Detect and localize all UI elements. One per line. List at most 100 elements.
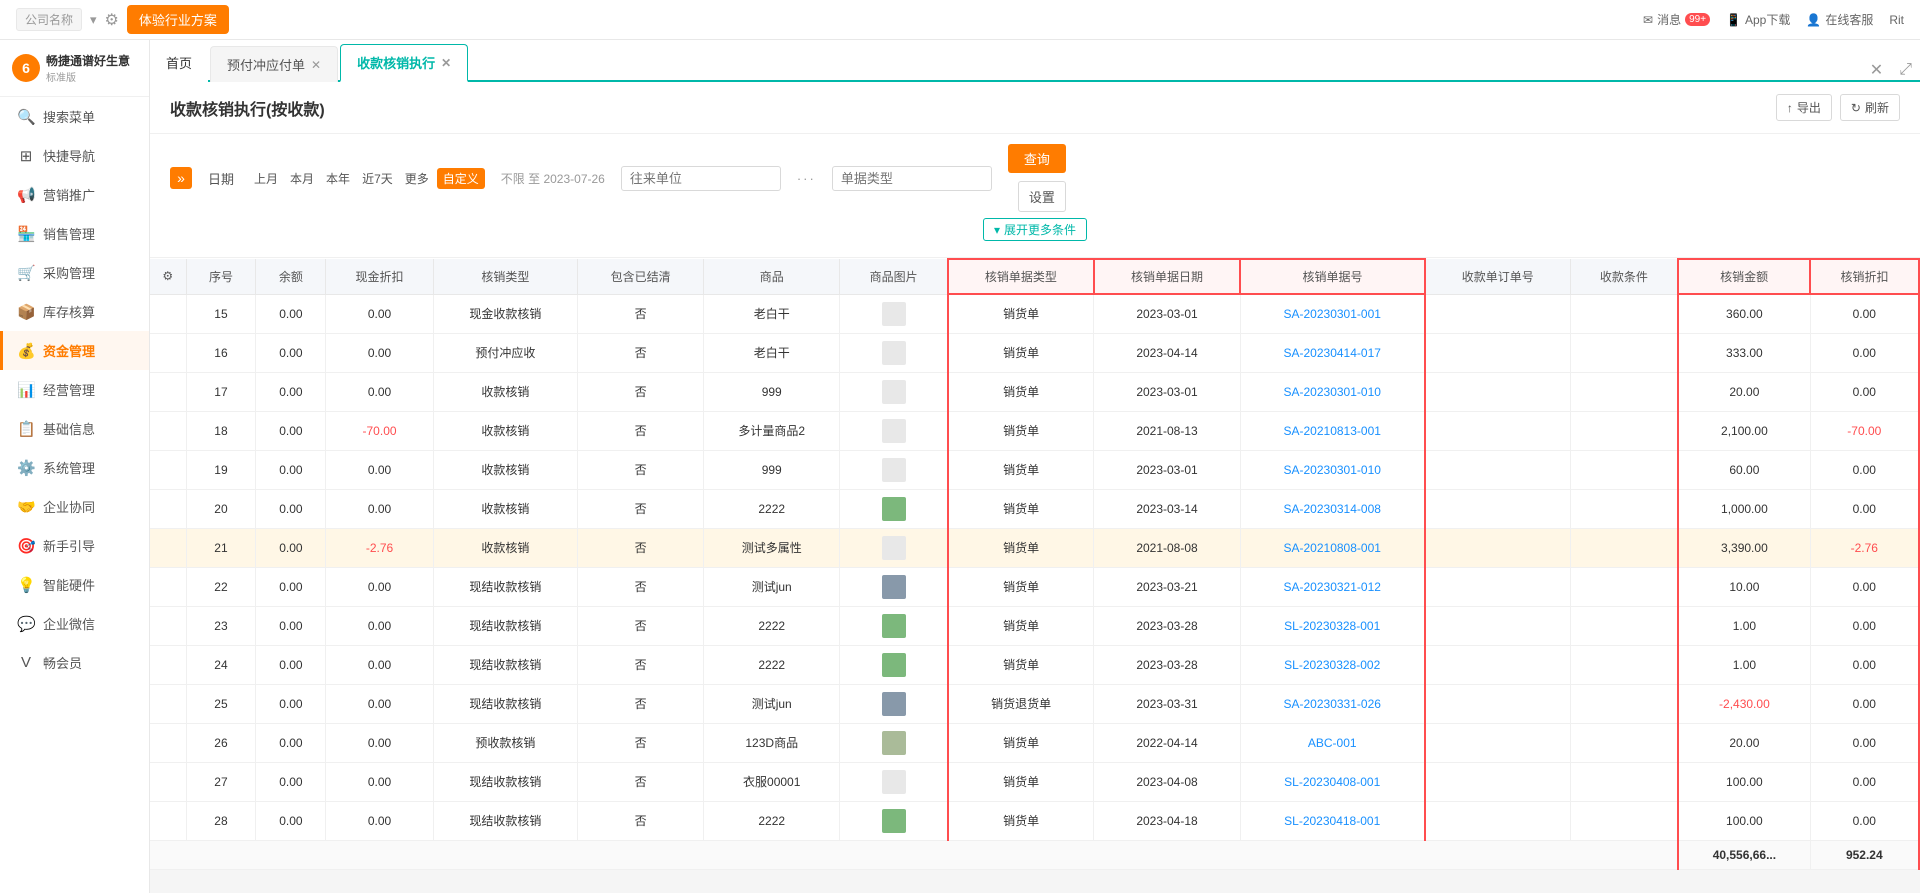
company-name: 公司名称 bbox=[16, 8, 82, 31]
tab-expand-button[interactable]: ⤢ bbox=[1891, 61, 1920, 79]
sidebar-item-search[interactable]: 🔍搜索菜单 bbox=[0, 97, 149, 136]
column-gear[interactable]: ⚙ bbox=[150, 259, 186, 294]
refresh-button[interactable]: ↻ 刷新 bbox=[1840, 94, 1900, 121]
cell-cancel-amount: 333.00 bbox=[1678, 333, 1810, 372]
table-row: 23 0.00 0.00 现结收款核销 否 2222 销货单 2023-03-2… bbox=[150, 606, 1919, 645]
sidebar-item-coop[interactable]: 🤝企业协同 bbox=[0, 487, 149, 526]
cell-cancel-amount: 1,000.00 bbox=[1678, 489, 1810, 528]
bill-no-link[interactable]: SA-20230301-010 bbox=[1284, 385, 1381, 399]
setting-button[interactable]: 设置 bbox=[1018, 181, 1066, 212]
tab-close-button[interactable]: ✕ bbox=[1862, 60, 1891, 80]
tab-receipt[interactable]: 收款核销执行✕ bbox=[340, 44, 468, 82]
cell-cash-discount: -70.00 bbox=[326, 411, 433, 450]
cell-cancel-discount: 0.00 bbox=[1810, 684, 1919, 723]
date-more-button[interactable]: 更多 bbox=[401, 168, 433, 189]
cell-cancel-bill-date: 2023-03-28 bbox=[1094, 645, 1240, 684]
bill-no-link[interactable]: SL-20230328-002 bbox=[1284, 658, 1380, 672]
tab-prepay[interactable]: 预付冲应付单✕ bbox=[210, 46, 338, 82]
tab-home[interactable]: 首页 bbox=[150, 45, 208, 82]
cell-receipt-condition bbox=[1570, 723, 1678, 762]
cell-cancel-type: 预付冲应收 bbox=[433, 333, 578, 372]
sidebar-item-inventory[interactable]: 📦库存核算 bbox=[0, 292, 149, 331]
export-button[interactable]: ↑ 导出 bbox=[1776, 94, 1832, 121]
industry-solution-button[interactable]: 体验行业方案 bbox=[127, 5, 229, 34]
bill-no-link[interactable]: SA-20230301-010 bbox=[1284, 463, 1381, 477]
sidebar-item-purchase[interactable]: 🛒采购管理 bbox=[0, 253, 149, 292]
message-button[interactable]: ✉ 消息 99+ bbox=[1643, 11, 1710, 28]
bill-no-link[interactable]: SA-20230301-001 bbox=[1284, 307, 1381, 321]
cell-receipt-order-no bbox=[1425, 684, 1570, 723]
date-7days-button[interactable]: 近7天 bbox=[358, 168, 397, 189]
cell-product: 测试jun bbox=[704, 684, 840, 723]
bill-no-link[interactable]: SL-20230408-001 bbox=[1284, 775, 1380, 789]
app-download-button[interactable]: 📱 App下载 bbox=[1726, 11, 1790, 28]
chevron-down-icon[interactable]: ▾ bbox=[90, 12, 97, 28]
cell-gear bbox=[150, 333, 186, 372]
cell-cancel-bill-date: 2023-03-14 bbox=[1094, 489, 1240, 528]
filter-dots[interactable]: ··· bbox=[797, 171, 816, 186]
cell-cash-discount: -2.76 bbox=[326, 528, 433, 567]
footer-cancel-discount: 952.24 bbox=[1810, 840, 1919, 869]
date-custom-button[interactable]: 自定义 bbox=[437, 168, 485, 189]
cell-gear bbox=[150, 372, 186, 411]
sidebar-item-basic[interactable]: 📋基础信息 bbox=[0, 409, 149, 448]
cell-product: 多计量商品2 bbox=[704, 411, 840, 450]
cell-seq: 16 bbox=[186, 333, 256, 372]
cell-product: 2222 bbox=[704, 606, 840, 645]
bill-no-link[interactable]: SL-20230328-001 bbox=[1284, 619, 1380, 633]
cell-cancel-bill-no: SA-20230321-012 bbox=[1240, 567, 1425, 606]
cell-balance: 0.00 bbox=[256, 333, 326, 372]
settings-icon[interactable]: ⚙ bbox=[105, 10, 119, 30]
cell-cancel-bill-type: 销货单 bbox=[948, 411, 1094, 450]
member-icon: V bbox=[17, 654, 35, 671]
sidebar-item-finance[interactable]: 💰资金管理 bbox=[0, 331, 149, 370]
sidebar-item-smart[interactable]: 💡智能硬件 bbox=[0, 565, 149, 604]
bill-no-link[interactable]: SA-20230331-026 bbox=[1284, 697, 1381, 711]
date-this-month-button[interactable]: 本月 bbox=[286, 168, 318, 189]
cell-cash-discount: 0.00 bbox=[326, 801, 433, 840]
cell-cash-discount: 0.00 bbox=[326, 723, 433, 762]
bill-no-link[interactable]: SA-20230314-008 bbox=[1284, 502, 1381, 516]
date-label: 日期 bbox=[208, 169, 234, 188]
cell-include-settled: 否 bbox=[578, 567, 704, 606]
search-button[interactable]: 查询 bbox=[1008, 144, 1066, 173]
table-row: 21 0.00 -2.76 收款核销 否 测试多属性 销货单 2021-08-0… bbox=[150, 528, 1919, 567]
column-include-settled: 包含已结清 bbox=[578, 259, 704, 294]
bill-no-link[interactable]: SA-20210813-001 bbox=[1284, 424, 1381, 438]
sidebar-item-nav[interactable]: ⊞快捷导航 bbox=[0, 136, 149, 175]
date-last-month-button[interactable]: 上月 bbox=[250, 168, 282, 189]
main-layout: 6 畅捷通谱好生意 标准版 🔍搜索菜单⊞快捷导航📢营销推广🏪销售管理🛒采购管理📦… bbox=[0, 40, 1920, 893]
sidebar-item-wechat[interactable]: 💬企业微信 bbox=[0, 604, 149, 643]
cell-seq: 21 bbox=[186, 528, 256, 567]
partner-input[interactable] bbox=[621, 166, 781, 191]
filter-expand-button[interactable]: » bbox=[170, 167, 192, 189]
date-this-year-button[interactable]: 本年 bbox=[322, 168, 354, 189]
cell-gear bbox=[150, 684, 186, 723]
bill-no-link[interactable]: SA-20230321-012 bbox=[1284, 580, 1381, 594]
sidebar-item-system[interactable]: ⚙️系统管理 bbox=[0, 448, 149, 487]
cell-product: 2222 bbox=[704, 489, 840, 528]
voucher-type-input[interactable] bbox=[832, 166, 992, 191]
bill-no-link[interactable]: SA-20230414-017 bbox=[1284, 346, 1381, 360]
sidebar-item-operation[interactable]: 📊经营管理 bbox=[0, 370, 149, 409]
logo-icon: 6 bbox=[12, 54, 40, 82]
table-row: 16 0.00 0.00 预付冲应收 否 老白干 销货单 2023-04-14 … bbox=[150, 333, 1919, 372]
top-bar-right: ✉ 消息 99+ 📱 App下载 👤 在线客服 Rit bbox=[1643, 11, 1904, 28]
online-service-button[interactable]: 👤 在线客服 bbox=[1806, 11, 1873, 28]
bill-no-link[interactable]: ABC-001 bbox=[1308, 736, 1357, 750]
sidebar-item-guide[interactable]: 🎯新手引导 bbox=[0, 526, 149, 565]
cell-cancel-bill-date: 2023-03-31 bbox=[1094, 684, 1240, 723]
cell-cancel-bill-date: 2021-08-08 bbox=[1094, 528, 1240, 567]
expand-more-conditions[interactable]: ▾ 展开更多条件 bbox=[170, 212, 1900, 247]
bill-no-link[interactable]: SA-20210808-001 bbox=[1284, 541, 1381, 555]
bill-no-link[interactable]: SL-20230418-001 bbox=[1284, 814, 1380, 828]
tab-close-receipt[interactable]: ✕ bbox=[441, 56, 451, 70]
cell-cancel-type: 现结收款核销 bbox=[433, 801, 578, 840]
sidebar-item-marketing[interactable]: 📢营销推广 bbox=[0, 175, 149, 214]
tab-close-prepay[interactable]: ✕ bbox=[311, 58, 321, 72]
cell-cash-discount: 0.00 bbox=[326, 333, 433, 372]
cell-cancel-discount: 0.00 bbox=[1810, 567, 1919, 606]
table-row: 17 0.00 0.00 收款核销 否 999 销货单 2023-03-01 S… bbox=[150, 372, 1919, 411]
sidebar-item-sales[interactable]: 🏪销售管理 bbox=[0, 214, 149, 253]
sidebar-item-member[interactable]: V畅会员 bbox=[0, 643, 149, 682]
